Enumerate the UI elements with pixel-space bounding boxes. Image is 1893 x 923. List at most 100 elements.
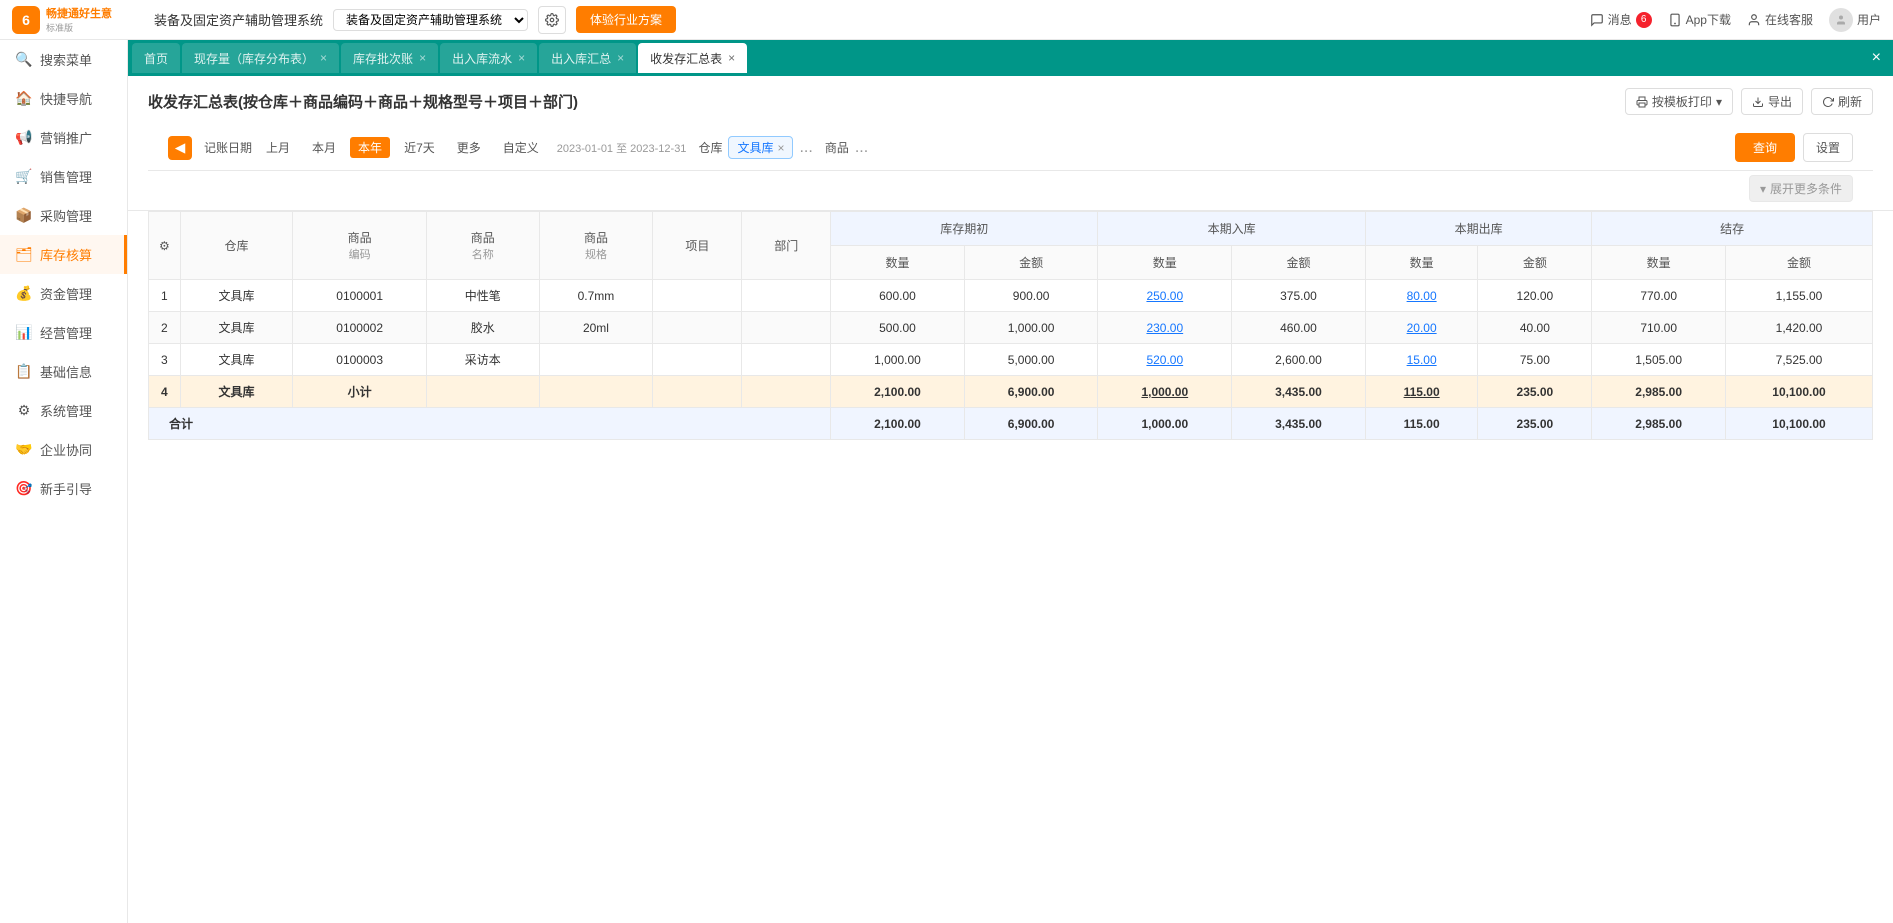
table-header-group-row: ⚙ 仓库 商品编码 商品名称 商品规格 项目 部门 库存期初 本期入库 本期出库… bbox=[149, 212, 1873, 246]
filter-bar: ◀ 记账日期 上月 本月 本年 近7天 更多 自定义 2023-01-01 至 … bbox=[148, 125, 1873, 171]
table-container[interactable]: ⚙ 仓库 商品编码 商品名称 商品规格 项目 部门 库存期初 本期入库 本期出库… bbox=[128, 211, 1893, 923]
tabs-bar: 首页 现存量（库存分布表） × 库存批次账 × 出入库流水 × 出入库汇总 × bbox=[128, 40, 1893, 76]
tab-collection[interactable]: 收发存汇总表 × bbox=[638, 43, 747, 73]
row-in-amt: 375.00 bbox=[1232, 280, 1366, 312]
filter-settings-btn[interactable]: 设置 bbox=[1803, 133, 1853, 162]
row-name: 采访本 bbox=[426, 344, 539, 376]
sidebar-item-cooperation[interactable]: 🤝 企业协同 bbox=[0, 430, 127, 469]
tab-close-inventory-dist[interactable]: × bbox=[320, 52, 327, 64]
messages-badge: 6 bbox=[1636, 12, 1652, 28]
query-btn[interactable]: 查询 bbox=[1735, 133, 1795, 162]
col-project-header: 项目 bbox=[653, 212, 742, 280]
page-title-row: 收发存汇总表(按仓库＋商品编码＋商品＋规格型号＋项目＋部门) 按模板打印 ▾ 导… bbox=[148, 88, 1873, 115]
total-row: 合计 2,100.00 6,900.00 1,000.00 3,435.00 1… bbox=[149, 408, 1873, 440]
col-settings-header[interactable]: ⚙ bbox=[149, 212, 181, 280]
row-no: 1 bbox=[149, 280, 181, 312]
row-out-qty[interactable]: 15.00 bbox=[1365, 344, 1478, 376]
refresh-btn[interactable]: 刷新 bbox=[1811, 88, 1873, 115]
col-out-header: 本期出库 bbox=[1365, 212, 1592, 246]
goods-filter-group: 商品 ... bbox=[825, 139, 868, 156]
date-last-month[interactable]: 上月 bbox=[258, 137, 298, 158]
sidebar-item-marketing[interactable]: 📢 营销推广 bbox=[0, 118, 127, 157]
date-custom[interactable]: 自定义 bbox=[495, 137, 547, 158]
row-dept bbox=[742, 280, 831, 312]
export-btn[interactable]: 导出 bbox=[1741, 88, 1803, 115]
sidebar-item-quicknav[interactable]: 🏠 快捷导航 bbox=[0, 79, 127, 118]
sidebar-item-system[interactable]: ⚙ 系统管理 bbox=[0, 391, 127, 430]
sidebar-item-sales[interactable]: 🛒 销售管理 bbox=[0, 157, 127, 196]
row-spec bbox=[539, 376, 653, 408]
system-selector[interactable]: 装备及固定资产辅助管理系统 bbox=[333, 9, 528, 31]
online-service-btn[interactable]: 在线客服 bbox=[1747, 11, 1813, 28]
out-qty-link[interactable]: 15.00 bbox=[1407, 353, 1437, 367]
row-code: 0100003 bbox=[293, 344, 427, 376]
row-out-qty: 115.00 bbox=[1365, 376, 1478, 408]
sidebar-item-finance[interactable]: 💰 资金管理 bbox=[0, 274, 127, 313]
out-qty-link[interactable]: 20.00 bbox=[1407, 321, 1437, 335]
warehouse-filter-tag[interactable]: 文具库 × bbox=[728, 136, 793, 159]
col-opening-header: 库存期初 bbox=[831, 212, 1098, 246]
sidebar-item-basicinfo[interactable]: 📋 基础信息 bbox=[0, 352, 127, 391]
row-out-amt: 40.00 bbox=[1478, 312, 1592, 344]
row-in-qty[interactable]: 230.00 bbox=[1098, 312, 1232, 344]
sidebar-item-search[interactable]: 🔍 搜索菜单 bbox=[0, 40, 127, 79]
tab-inventory-dist[interactable]: 现存量（库存分布表） × bbox=[182, 43, 339, 73]
in-qty-link[interactable]: 520.00 bbox=[1146, 353, 1183, 367]
close-tab-btn[interactable]: × bbox=[1864, 49, 1889, 67]
user-avatar[interactable]: 用户 bbox=[1829, 8, 1881, 32]
total-open-qty: 2,100.00 bbox=[831, 408, 965, 440]
in-qty-link[interactable]: 230.00 bbox=[1146, 321, 1183, 335]
tab-close-summary[interactable]: × bbox=[617, 52, 624, 64]
row-in-qty[interactable]: 520.00 bbox=[1098, 344, 1232, 376]
table-row: 3 文具库 0100003 采访本 1,000.00 5,000.00 520.… bbox=[149, 344, 1873, 376]
experience-btn[interactable]: 体验行业方案 bbox=[576, 6, 676, 33]
tab-summary[interactable]: 出入库汇总 × bbox=[539, 43, 636, 73]
row-out-amt: 75.00 bbox=[1478, 344, 1592, 376]
row-out-qty[interactable]: 20.00 bbox=[1365, 312, 1478, 344]
print-btn[interactable]: 按模板打印 ▾ bbox=[1625, 88, 1733, 115]
col-in-amt-header: 金额 bbox=[1232, 246, 1366, 280]
out-qty-link[interactable]: 80.00 bbox=[1407, 289, 1437, 303]
col-name-header: 商品名称 bbox=[426, 212, 539, 280]
tab-home[interactable]: 首页 bbox=[132, 43, 180, 73]
warehouse-filter-group: 仓库 文具库 × ... bbox=[698, 136, 812, 159]
sidebar-item-guide[interactable]: 🎯 新手引导 bbox=[0, 469, 127, 508]
row-code: 0100001 bbox=[293, 280, 427, 312]
messages-btn[interactable]: 消息 6 bbox=[1590, 11, 1652, 28]
date-this-month[interactable]: 本月 bbox=[304, 137, 344, 158]
basicinfo-icon: 📋 bbox=[16, 364, 32, 380]
tab-close-batch[interactable]: × bbox=[419, 52, 426, 64]
expand-more-btn[interactable]: ▾ 展开更多条件 bbox=[1749, 175, 1853, 202]
goods-more-btn[interactable]: ... bbox=[855, 140, 868, 156]
col-out-qty-header: 数量 bbox=[1365, 246, 1478, 280]
in-qty-link[interactable]: 250.00 bbox=[1146, 289, 1183, 303]
tab-batch[interactable]: 库存批次账 × bbox=[341, 43, 438, 73]
filter-toggle-btn[interactable]: ◀ bbox=[168, 136, 192, 160]
sales-icon: 🛒 bbox=[16, 169, 32, 185]
tab-close-flow[interactable]: × bbox=[518, 52, 525, 64]
page-title: 收发存汇总表(按仓库＋商品编码＋商品＋规格型号＋项目＋部门) bbox=[148, 91, 578, 112]
row-out-qty[interactable]: 80.00 bbox=[1365, 280, 1478, 312]
row-name bbox=[426, 376, 539, 408]
row-warehouse: 文具库 bbox=[180, 280, 293, 312]
row-end-amt: 7,525.00 bbox=[1726, 344, 1873, 376]
row-in-qty[interactable]: 250.00 bbox=[1098, 280, 1232, 312]
row-end-qty: 710.00 bbox=[1592, 312, 1726, 344]
settings-icon-btn[interactable] bbox=[538, 6, 566, 34]
warehouse-tag-close[interactable]: × bbox=[777, 141, 784, 155]
row-warehouse: 文具库 bbox=[180, 344, 293, 376]
sidebar-item-operations[interactable]: 📊 经营管理 bbox=[0, 313, 127, 352]
tab-close-collection[interactable]: × bbox=[728, 52, 735, 64]
sidebar-item-purchase[interactable]: 📦 采购管理 bbox=[0, 196, 127, 235]
date-this-year[interactable]: 本年 bbox=[350, 137, 390, 158]
date-last-7-days[interactable]: 近7天 bbox=[396, 137, 443, 158]
row-project bbox=[653, 376, 742, 408]
tab-flow[interactable]: 出入库流水 × bbox=[440, 43, 537, 73]
app-download-btn[interactable]: App下载 bbox=[1668, 11, 1731, 28]
row-in-amt: 460.00 bbox=[1232, 312, 1366, 344]
date-more[interactable]: 更多 bbox=[449, 137, 489, 158]
col-out-amt-header: 金额 bbox=[1478, 246, 1592, 280]
warehouse-more-btn[interactable]: ... bbox=[799, 140, 812, 156]
goods-filter-label: 商品 bbox=[825, 139, 849, 156]
sidebar-item-inventory[interactable]: 🗂 库存核算 bbox=[0, 235, 127, 274]
